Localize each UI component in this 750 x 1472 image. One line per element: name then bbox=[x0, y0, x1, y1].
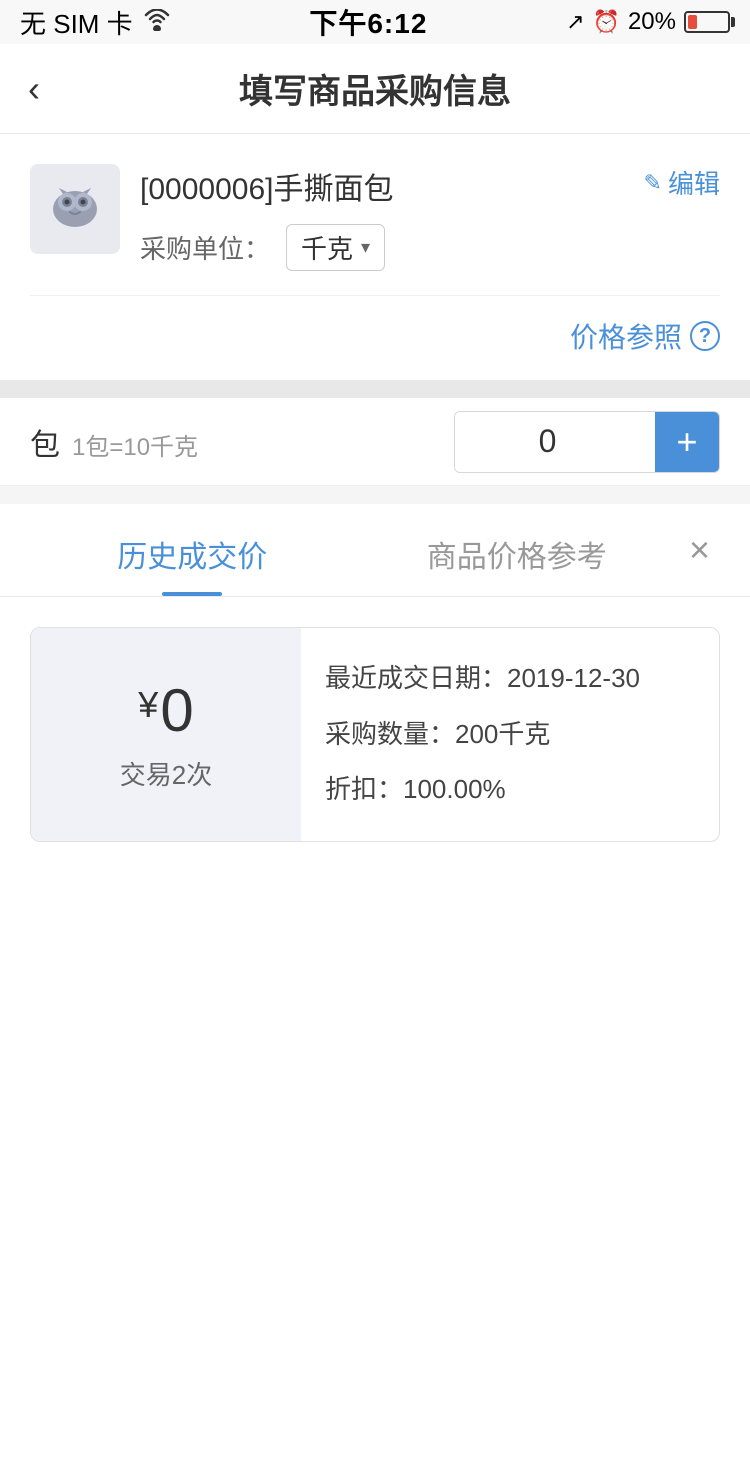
location-icon: ↗ bbox=[566, 9, 584, 35]
unit-conversion: 1包=10千克 bbox=[72, 427, 198, 462]
product-left: [0000006]手撕面包 采购单位： 千克 ▾ bbox=[30, 164, 393, 271]
recent-date-label: 最近成交日期： bbox=[325, 663, 507, 693]
nav-bar: ‹ 填写商品采购信息 bbox=[0, 44, 750, 134]
discount-row: 折扣：100.00% bbox=[325, 769, 695, 811]
quantity-input[interactable] bbox=[455, 412, 655, 472]
product-section: [0000006]手撕面包 采购单位： 千克 ▾ ✎ 编辑 价格参照 ? bbox=[0, 134, 750, 380]
wifi-icon bbox=[143, 7, 171, 38]
quantity-label-group: 包 1包=10千克 bbox=[30, 420, 198, 464]
unit-label: 采购单位： bbox=[140, 229, 270, 266]
product-info: [0000006]手撕面包 采购单位： 千克 ▾ bbox=[140, 164, 393, 271]
unit-value: 千克 bbox=[301, 229, 353, 266]
edit-button[interactable]: ✎ 编辑 bbox=[644, 164, 720, 201]
recent-date-value: 2019-12-30 bbox=[507, 663, 640, 693]
status-left: 无 SIM 卡 bbox=[20, 4, 171, 41]
content-area bbox=[0, 872, 750, 1472]
page-title: 填写商品采购信息 bbox=[239, 64, 511, 113]
history-content: ¥ 0 交易2次 最近成交日期：2019-12-30 采购数量：200千克 折扣… bbox=[0, 597, 750, 872]
status-right: ↗ ⏰ 20% bbox=[566, 8, 730, 36]
product-header: [0000006]手撕面包 采购单位： 千克 ▾ ✎ 编辑 bbox=[30, 164, 720, 271]
help-icon: ? bbox=[690, 321, 720, 351]
unit-selector[interactable]: 千克 ▾ bbox=[286, 224, 385, 271]
price-ref-label: 价格参照 bbox=[570, 316, 682, 356]
discount-value: 100.00% bbox=[403, 774, 506, 804]
currency-symbol: ¥ bbox=[138, 684, 158, 726]
purchase-qty-label: 采购数量： bbox=[325, 719, 455, 749]
battery-percent: 20% bbox=[628, 8, 676, 36]
tabs-container: 历史成交价 商品价格参考 × ¥ 0 交易2次 最近成交日期：2019-12-3… bbox=[0, 504, 750, 872]
product-unit-row: 采购单位： 千克 ▾ bbox=[140, 224, 393, 271]
price-ref-row: 价格参照 ? bbox=[30, 295, 720, 380]
edit-icon: ✎ bbox=[644, 170, 662, 196]
product-name: [0000006]手撕面包 bbox=[140, 164, 393, 208]
price-display: ¥ 0 bbox=[138, 676, 193, 745]
price-ref-button[interactable]: 价格参照 ? bbox=[570, 316, 720, 356]
tab-history-price[interactable]: 历史成交价 bbox=[30, 504, 354, 596]
battery-icon bbox=[684, 11, 730, 33]
section-divider bbox=[0, 380, 750, 398]
dropdown-arrow-icon: ▾ bbox=[361, 237, 370, 258]
discount-label: 折扣： bbox=[325, 774, 403, 804]
recent-date-row: 最近成交日期：2019-12-30 bbox=[325, 658, 695, 700]
alarm-icon: ⏰ bbox=[593, 9, 620, 35]
tabs-row: 历史成交价 商品价格参考 × bbox=[0, 504, 750, 597]
quantity-add-button[interactable]: + bbox=[655, 412, 719, 472]
status-bar: 无 SIM 卡 下午6:12 ↗ ⏰ 20% bbox=[0, 0, 750, 44]
purchase-qty-value: 200千克 bbox=[455, 719, 550, 749]
quantity-controls: + bbox=[454, 411, 720, 473]
tab-close-button[interactable]: × bbox=[679, 529, 720, 571]
quantity-row: 包 1包=10千克 + bbox=[0, 398, 750, 486]
history-card: ¥ 0 交易2次 最近成交日期：2019-12-30 采购数量：200千克 折扣… bbox=[30, 627, 720, 842]
price-value: 0 bbox=[160, 676, 193, 745]
card-left: ¥ 0 交易2次 bbox=[31, 628, 301, 841]
purchase-qty-row: 采购数量：200千克 bbox=[325, 714, 695, 756]
product-thumbnail bbox=[30, 164, 120, 254]
tab-price-reference[interactable]: 商品价格参考 bbox=[354, 504, 678, 596]
no-sim-text: 无 SIM 卡 bbox=[20, 4, 133, 41]
back-button[interactable]: ‹ bbox=[28, 68, 40, 110]
product-logo-icon bbox=[45, 174, 105, 244]
unit-badge: 包 bbox=[30, 420, 60, 464]
status-time: 下午6:12 bbox=[309, 2, 427, 42]
card-right: 最近成交日期：2019-12-30 采购数量：200千克 折扣：100.00% bbox=[301, 628, 719, 841]
trade-count: 交易2次 bbox=[120, 755, 212, 792]
